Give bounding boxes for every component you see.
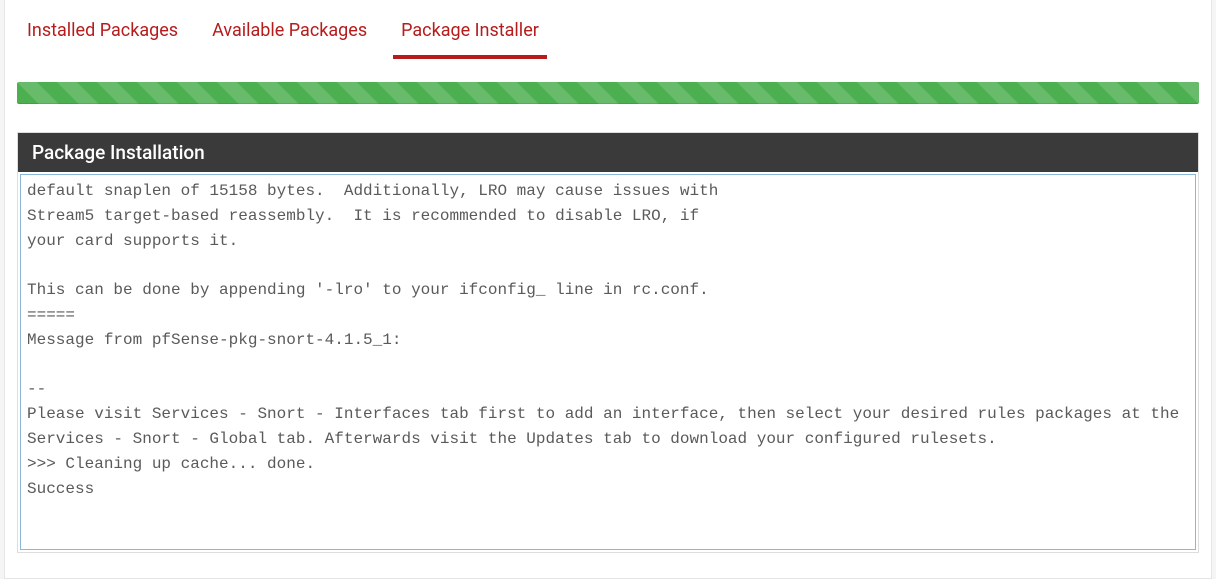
tab-package-installer[interactable]: Package Installer — [397, 12, 543, 59]
panel-package-installation: Package Installation — [17, 132, 1199, 553]
panel-title: Package Installation — [18, 133, 1198, 172]
progress-container — [17, 82, 1199, 104]
tab-installed-packages[interactable]: Installed Packages — [23, 12, 182, 59]
tab-label: Installed Packages — [27, 20, 178, 41]
tab-label: Package Installer — [401, 20, 539, 41]
page-container: Installed Packages Available Packages Pa… — [4, 0, 1212, 579]
tab-available-packages[interactable]: Available Packages — [208, 12, 371, 59]
panel-body — [18, 172, 1198, 552]
tab-bar: Installed Packages Available Packages Pa… — [5, 0, 1211, 60]
install-log-output[interactable] — [20, 174, 1196, 550]
tab-label: Available Packages — [212, 20, 367, 41]
progress-bar — [17, 82, 1199, 104]
